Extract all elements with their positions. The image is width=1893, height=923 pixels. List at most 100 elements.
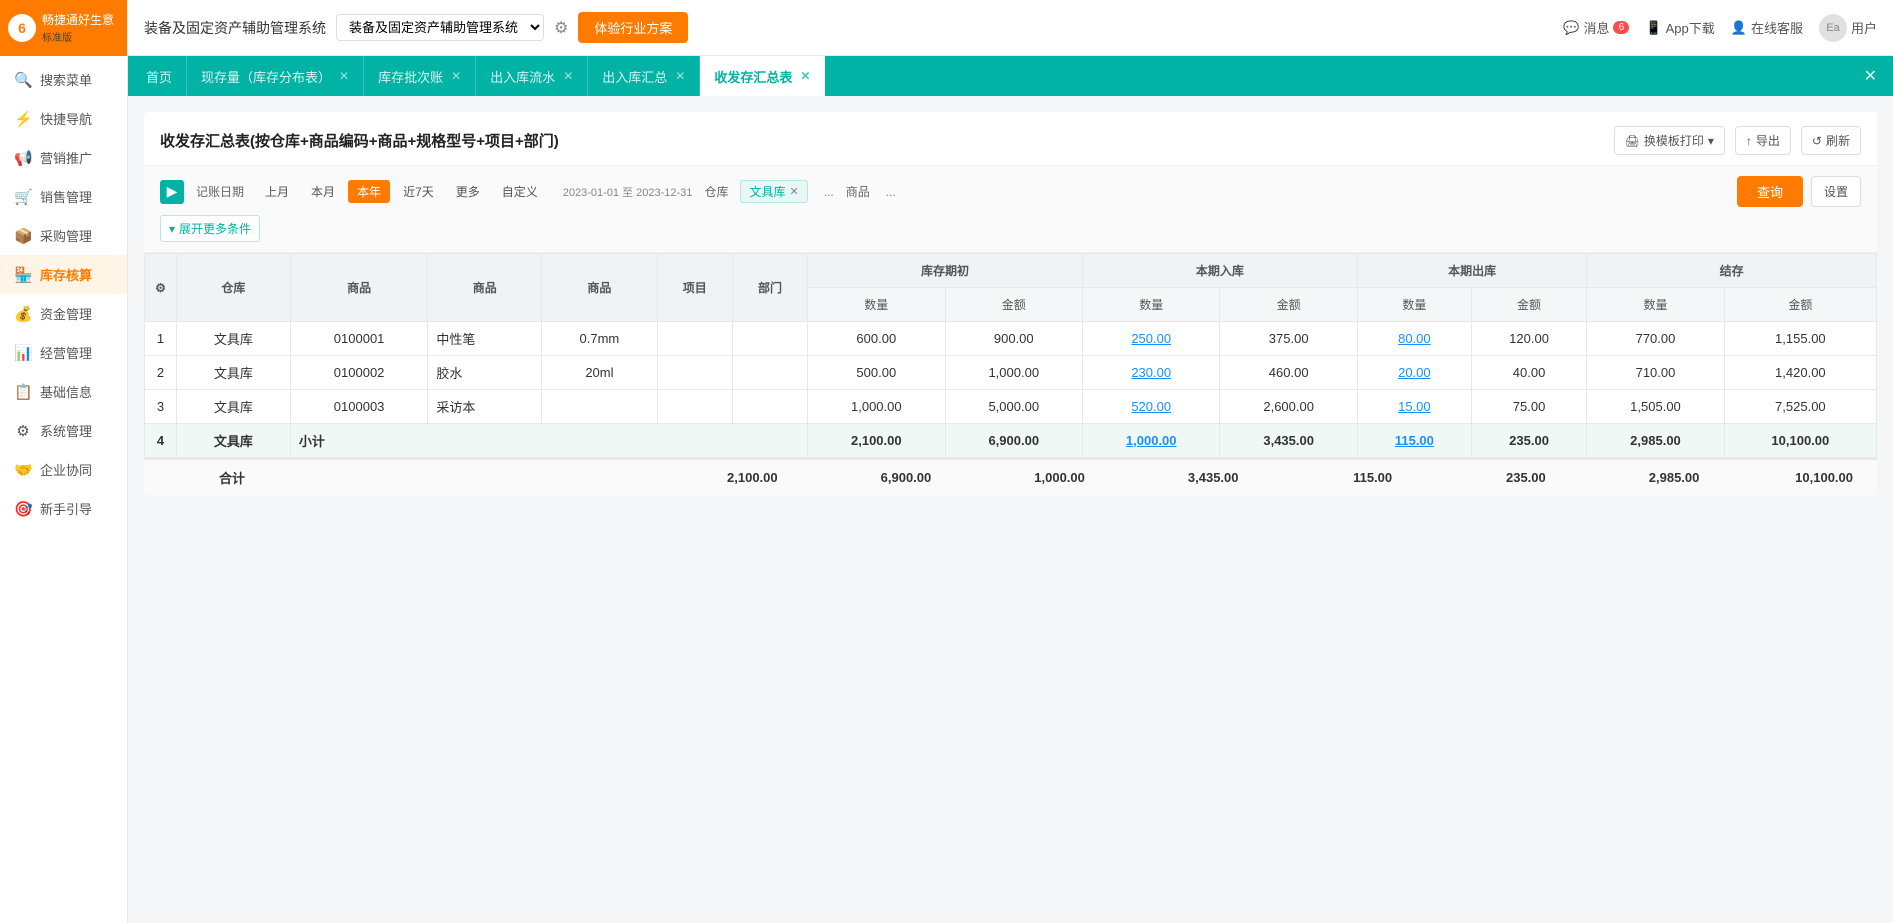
table-body: 1 文具库 0100001 中性笔 0.7mm 600.00 900.00 25… [145, 322, 1877, 458]
date-btn-this-month[interactable]: 本月 [302, 180, 344, 203]
row-open-amt: 900.00 [945, 322, 1082, 356]
tab-home[interactable]: 首页 [132, 56, 187, 96]
row-code: 0100003 [290, 390, 427, 424]
footer-total-label: 合计 [192, 468, 272, 487]
message-btn[interactable]: 💬 消息 6 [1563, 18, 1629, 37]
row-out-qty[interactable]: 15.00 [1357, 390, 1471, 424]
warehouse-tag-close[interactable]: ✕ [789, 185, 798, 198]
tab-label-inventory-dist: 现存量（库存分布表） [201, 67, 331, 86]
row-dept [732, 322, 807, 356]
subtotal-warehouse: 文具库 [177, 424, 291, 458]
sidebar-item-quick[interactable]: ⚡快捷导航 [0, 99, 127, 138]
row-warehouse: 文具库 [177, 322, 291, 356]
row-in-qty[interactable]: 520.00 [1082, 390, 1219, 424]
sidebar-item-newbie[interactable]: 🎯新手引导 [0, 489, 127, 528]
gear-icon[interactable]: ⚙ [554, 18, 568, 38]
subtotal-out-qty[interactable]: 115.00 [1357, 424, 1471, 458]
tab-close-batch[interactable]: ✕ [451, 69, 461, 83]
nav-label-newbie: 新手引导 [40, 499, 92, 518]
subtotal-in-qty[interactable]: 1,000.00 [1082, 424, 1219, 458]
product-dots[interactable]: ... [886, 185, 896, 199]
refresh-button[interactable]: ↺ 刷新 [1801, 126, 1861, 155]
logo-icon: 6 [8, 14, 36, 42]
tab-inout-flow[interactable]: 出入库流水✕ [476, 56, 588, 96]
sidebar-item-inventory[interactable]: 🏪库存核算 [0, 255, 127, 294]
warehouse-filter-tag[interactable]: 文具库 ✕ [740, 180, 807, 203]
expand-conditions-button[interactable]: ▾ 展开更多条件 [160, 215, 260, 242]
subtotal-label: 小计 [290, 424, 807, 458]
chevron-down-icon: ▾ [1708, 134, 1714, 148]
user-menu[interactable]: Ea 用户 [1819, 14, 1877, 42]
table-wrap: ⚙ 仓库 商品 商品 商品 项目 部门 库存期初 本期入库 本期出库 结存 [144, 253, 1877, 458]
row-spec [542, 390, 657, 424]
nav-label-basic: 基础信息 [40, 382, 92, 401]
table-settings-icon[interactable]: ⚙ [145, 254, 177, 322]
collapse-arrow[interactable]: ▶ [160, 180, 184, 204]
nav-icon-operations: 📊 [14, 344, 32, 362]
tab-inout-summary[interactable]: 出入库汇总✕ [588, 56, 700, 96]
system-select[interactable]: 装备及固定资产辅助管理系统 [336, 14, 544, 41]
warehouse-dots[interactable]: ... [824, 185, 834, 199]
row-out-amt: 120.00 [1471, 322, 1586, 356]
row-no: 2 [145, 356, 177, 390]
nav-label-marketing: 营销推广 [40, 148, 92, 167]
col-header-code: 商品 [290, 254, 427, 322]
row-project [657, 356, 732, 390]
row-open-amt: 1,000.00 [945, 356, 1082, 390]
row-no: 1 [145, 322, 177, 356]
tab-receive-summary[interactable]: 收发存汇总表✕ [700, 56, 825, 96]
filter-row-expand: ▾ 展开更多条件 [160, 215, 1861, 242]
table-subtotal-row: 4 文具库 小计 2,100.00 6,900.00 1,000.00 3,43… [145, 424, 1877, 458]
row-out-qty[interactable]: 20.00 [1357, 356, 1471, 390]
query-button[interactable]: 查询 [1737, 176, 1803, 207]
nav-icon-inventory: 🏪 [14, 266, 32, 284]
sidebar-nav: 🔍搜索菜单⚡快捷导航📢营销推广🛒销售管理📦采购管理🏪库存核算💰资金管理📊经营管理… [0, 56, 127, 923]
page-card: 收发存汇总表(按仓库+商品编码+商品+规格型号+项目+部门) 🖨 换模板打印 ▾… [144, 112, 1877, 495]
settings-button[interactable]: 设置 [1811, 176, 1861, 207]
row-in-qty[interactable]: 250.00 [1082, 322, 1219, 356]
sidebar-item-marketing[interactable]: 📢营销推广 [0, 138, 127, 177]
tab-inventory-dist[interactable]: 现存量（库存分布表） ✕ [187, 56, 364, 96]
template-print-button[interactable]: 🖨 换模板打印 ▾ [1614, 126, 1725, 155]
sidebar-item-finance[interactable]: 💰资金管理 [0, 294, 127, 333]
export-button[interactable]: ↑ 导出 [1735, 126, 1791, 155]
row-in-qty[interactable]: 230.00 [1082, 356, 1219, 390]
sidebar-logo: 6 畅捷通好生意 标准版 [0, 0, 127, 56]
date-btn-custom[interactable]: 自定义 [493, 180, 547, 203]
sidebar-item-purchase[interactable]: 📦采购管理 [0, 216, 127, 255]
row-close-amt: 1,420.00 [1724, 356, 1876, 390]
tab-global-close[interactable]: ✕ [1852, 66, 1889, 86]
tab-label-home: 首页 [146, 67, 172, 86]
sidebar-item-system[interactable]: ⚙系统管理 [0, 411, 127, 450]
col-closing-amt: 金额 [1724, 288, 1876, 322]
tab-close-receive-summary[interactable]: ✕ [800, 69, 810, 83]
row-no: 3 [145, 390, 177, 424]
nav-icon-search: 🔍 [14, 71, 32, 89]
tab-close-inout-flow[interactable]: ✕ [563, 69, 573, 83]
date-btn-last-month[interactable]: 上月 [256, 180, 298, 203]
tab-close-inventory-dist[interactable]: ✕ [339, 69, 349, 83]
nav-label-system: 系统管理 [40, 421, 92, 440]
online-service-btn[interactable]: 👤 在线客服 [1731, 18, 1803, 37]
date-btn-this-year[interactable]: 本年 [348, 180, 390, 203]
row-spec: 20ml [542, 356, 657, 390]
sidebar-item-operations[interactable]: 📊经营管理 [0, 333, 127, 372]
system-title: 装备及固定资产辅助管理系统 [144, 18, 326, 38]
trial-button[interactable]: 体验行业方案 [578, 12, 688, 43]
app-download-btn[interactable]: 📱 App下载 [1645, 18, 1714, 37]
date-btn-more[interactable]: 更多 [447, 180, 489, 203]
row-code: 0100002 [290, 356, 427, 390]
sidebar-item-collab[interactable]: 🤝企业协同 [0, 450, 127, 489]
sidebar-item-basic[interactable]: 📋基础信息 [0, 372, 127, 411]
date-btn-7days[interactable]: 近7天 [394, 180, 443, 203]
content: 收发存汇总表(按仓库+商品编码+商品+规格型号+项目+部门) 🖨 换模板打印 ▾… [128, 96, 1893, 923]
tab-batch[interactable]: 库存批次账✕ [364, 56, 476, 96]
row-name: 胶水 [428, 356, 542, 390]
row-in-amt: 375.00 [1220, 322, 1357, 356]
row-out-qty[interactable]: 80.00 [1357, 322, 1471, 356]
tab-close-inout-summary[interactable]: ✕ [675, 69, 685, 83]
col-group-closing: 结存 [1587, 254, 1877, 288]
sidebar-item-search[interactable]: 🔍搜索菜单 [0, 60, 127, 99]
sidebar: 6 畅捷通好生意 标准版 🔍搜索菜单⚡快捷导航📢营销推广🛒销售管理📦采购管理🏪库… [0, 0, 128, 923]
sidebar-item-sales[interactable]: 🛒销售管理 [0, 177, 127, 216]
